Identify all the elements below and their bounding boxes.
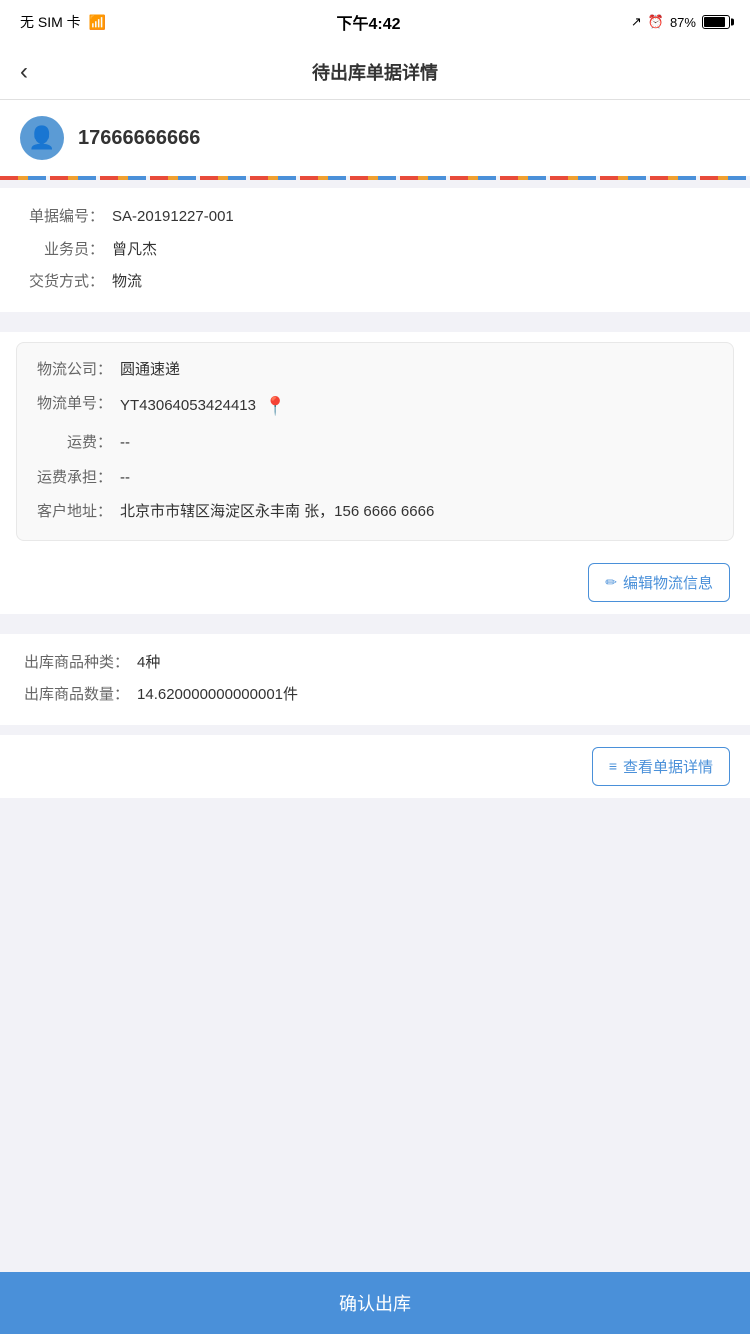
logistics-card: 物流公司： 圆通速递 物流单号： YT43064053424413 📍 运费： … bbox=[16, 342, 734, 541]
user-header: 👤 17666666666 bbox=[0, 100, 750, 176]
logistics-freight-bearer-row: 运费承担： -- bbox=[37, 467, 713, 490]
logistics-freight-row: 运费： -- bbox=[37, 432, 713, 455]
logistics-tracking-row: 物流单号： YT43064053424413 📍 bbox=[37, 393, 713, 420]
avatar: 👤 bbox=[20, 116, 64, 160]
salesperson-row: 业务员： 曾凡杰 bbox=[24, 239, 726, 262]
goods-types-value: 4种 bbox=[137, 652, 726, 675]
salesperson-label: 业务员： bbox=[24, 239, 104, 262]
avatar-icon: 👤 bbox=[28, 125, 55, 151]
goods-types-label: 出库商品种类： bbox=[24, 652, 129, 675]
page-title: 待出库单据详情 bbox=[312, 59, 438, 85]
nav-bar: ‹ 待出库单据详情 bbox=[0, 44, 750, 100]
salesperson-value: 曾凡杰 bbox=[112, 239, 726, 262]
tracking-location-icon[interactable]: 📍 bbox=[264, 393, 286, 420]
goods-quantity-label: 出库商品数量： bbox=[24, 684, 129, 707]
bottom-area: 确认出库 bbox=[0, 1272, 750, 1334]
document-number-value: SA-20191227-001 bbox=[112, 206, 726, 229]
goods-types-row: 出库商品种类： 4种 bbox=[24, 652, 726, 675]
logistics-freight-label: 运费： bbox=[37, 432, 112, 455]
goods-section: 出库商品种类： 4种 出库商品数量： 14.620000000000001件 bbox=[0, 634, 750, 725]
logistics-tracking-value: YT43064053424413 📍 bbox=[120, 393, 713, 420]
edit-logistics-button[interactable]: ✏ 编辑物流信息 bbox=[588, 563, 730, 602]
logistics-company-value: 圆通速递 bbox=[120, 359, 713, 382]
wifi-icon: 📶 bbox=[89, 14, 106, 31]
list-icon: ≡ bbox=[609, 758, 617, 774]
status-time: 下午4:42 bbox=[336, 10, 400, 34]
edit-icon: ✏ bbox=[605, 574, 617, 591]
delivery-method-value: 物流 bbox=[112, 271, 726, 294]
logistics-freight-value: -- bbox=[120, 432, 713, 455]
logistics-freight-bearer-value: -- bbox=[120, 467, 713, 490]
confirm-button[interactable]: 确认出库 bbox=[0, 1272, 750, 1334]
delivery-method-label: 交货方式： bbox=[24, 271, 104, 294]
view-btn-container: ≡ 查看单据详情 bbox=[0, 735, 750, 798]
carrier-text: 无 SIM 卡 bbox=[20, 12, 81, 32]
logistics-company-row: 物流公司： 圆通速递 bbox=[37, 359, 713, 382]
back-button[interactable]: ‹ bbox=[20, 58, 28, 86]
battery-icon bbox=[702, 15, 730, 29]
order-info-section: 单据编号： SA-20191227-001 业务员： 曾凡杰 交货方式： 物流 bbox=[0, 188, 750, 312]
edit-btn-container: ✏ 编辑物流信息 bbox=[0, 551, 750, 614]
delivery-method-row: 交货方式： 物流 bbox=[24, 271, 726, 294]
location-status-icon: ↗ bbox=[631, 14, 642, 30]
logistics-address-label: 客户地址： bbox=[37, 501, 112, 524]
logistics-address-value: 北京市市辖区海淀区永丰南 张，156 6666 6666 bbox=[120, 501, 713, 524]
user-phone: 17666666666 bbox=[78, 127, 200, 150]
view-details-label: 查看单据详情 bbox=[623, 756, 713, 777]
edit-logistics-label: 编辑物流信息 bbox=[623, 572, 713, 593]
goods-quantity-value: 14.620000000000001件 bbox=[137, 684, 726, 707]
battery-percent: 87% bbox=[670, 15, 696, 30]
goods-quantity-row: 出库商品数量： 14.620000000000001件 bbox=[24, 684, 726, 707]
alarm-icon: ⏰ bbox=[648, 14, 664, 30]
logistics-address-row: 客户地址： 北京市市辖区海淀区永丰南 张，156 6666 6666 bbox=[37, 501, 713, 524]
document-number-row: 单据编号： SA-20191227-001 bbox=[24, 206, 726, 229]
logistics-company-label: 物流公司： bbox=[37, 359, 112, 382]
view-details-button[interactable]: ≡ 查看单据详情 bbox=[592, 747, 730, 786]
status-right: ↗ ⏰ 87% bbox=[631, 14, 730, 30]
document-number-label: 单据编号： bbox=[24, 206, 104, 229]
status-left: 无 SIM 卡 📶 bbox=[20, 12, 106, 32]
logistics-tracking-label: 物流单号： bbox=[37, 393, 112, 416]
status-bar: 无 SIM 卡 📶 下午4:42 ↗ ⏰ 87% bbox=[0, 0, 750, 44]
logistics-freight-bearer-label: 运费承担： bbox=[37, 467, 112, 490]
